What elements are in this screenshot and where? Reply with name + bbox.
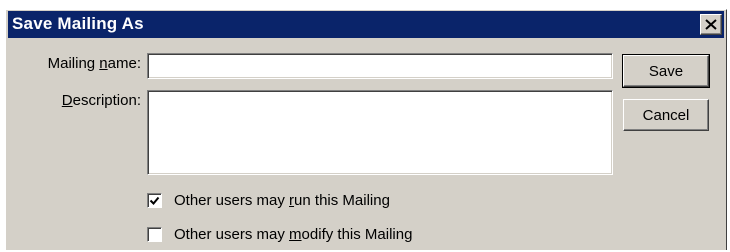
allow-run-option[interactable]: Other users may run this Mailing xyxy=(147,192,390,209)
checkmark-icon xyxy=(149,196,160,205)
cancel-button[interactable]: Cancel xyxy=(623,99,709,131)
close-button[interactable] xyxy=(700,14,722,35)
allow-modify-label: Other users may modify this Mailing xyxy=(174,226,412,243)
allow-run-label-part: un this Mailing xyxy=(294,192,390,209)
allow-modify-checkbox[interactable] xyxy=(147,227,162,242)
allow-run-label-part: Other users may xyxy=(174,192,290,209)
mailing-name-accel: n xyxy=(99,55,108,72)
save-mailing-dialog: Save Mailing As Mailing name: Descriptio… xyxy=(5,9,727,250)
description-label: Description: xyxy=(10,92,141,109)
mailing-name-input[interactable] xyxy=(147,53,613,79)
mailing-name-label: Mailing name: xyxy=(10,55,141,72)
close-icon xyxy=(705,19,717,30)
save-button[interactable]: Save xyxy=(622,54,710,88)
allow-run-label: Other users may run this Mailing xyxy=(174,192,390,209)
allow-modify-option[interactable]: Other users may modify this Mailing xyxy=(147,226,412,243)
dialog-title: Save Mailing As xyxy=(12,14,144,33)
description-accel: D xyxy=(61,92,73,109)
title-bar[interactable]: Save Mailing As xyxy=(8,11,724,38)
allow-modify-label-part: odify this Mailing xyxy=(301,226,413,243)
mailing-name-label-part: Mailing xyxy=(47,55,100,72)
description-label-part: escription: xyxy=(72,92,141,109)
allow-modify-label-part: Other users may xyxy=(174,226,290,243)
description-textarea[interactable] xyxy=(147,90,613,175)
mailing-name-label-part: ame: xyxy=(107,55,141,72)
allow-run-checkbox[interactable] xyxy=(147,193,162,208)
allow-modify-accel: m xyxy=(289,226,302,243)
